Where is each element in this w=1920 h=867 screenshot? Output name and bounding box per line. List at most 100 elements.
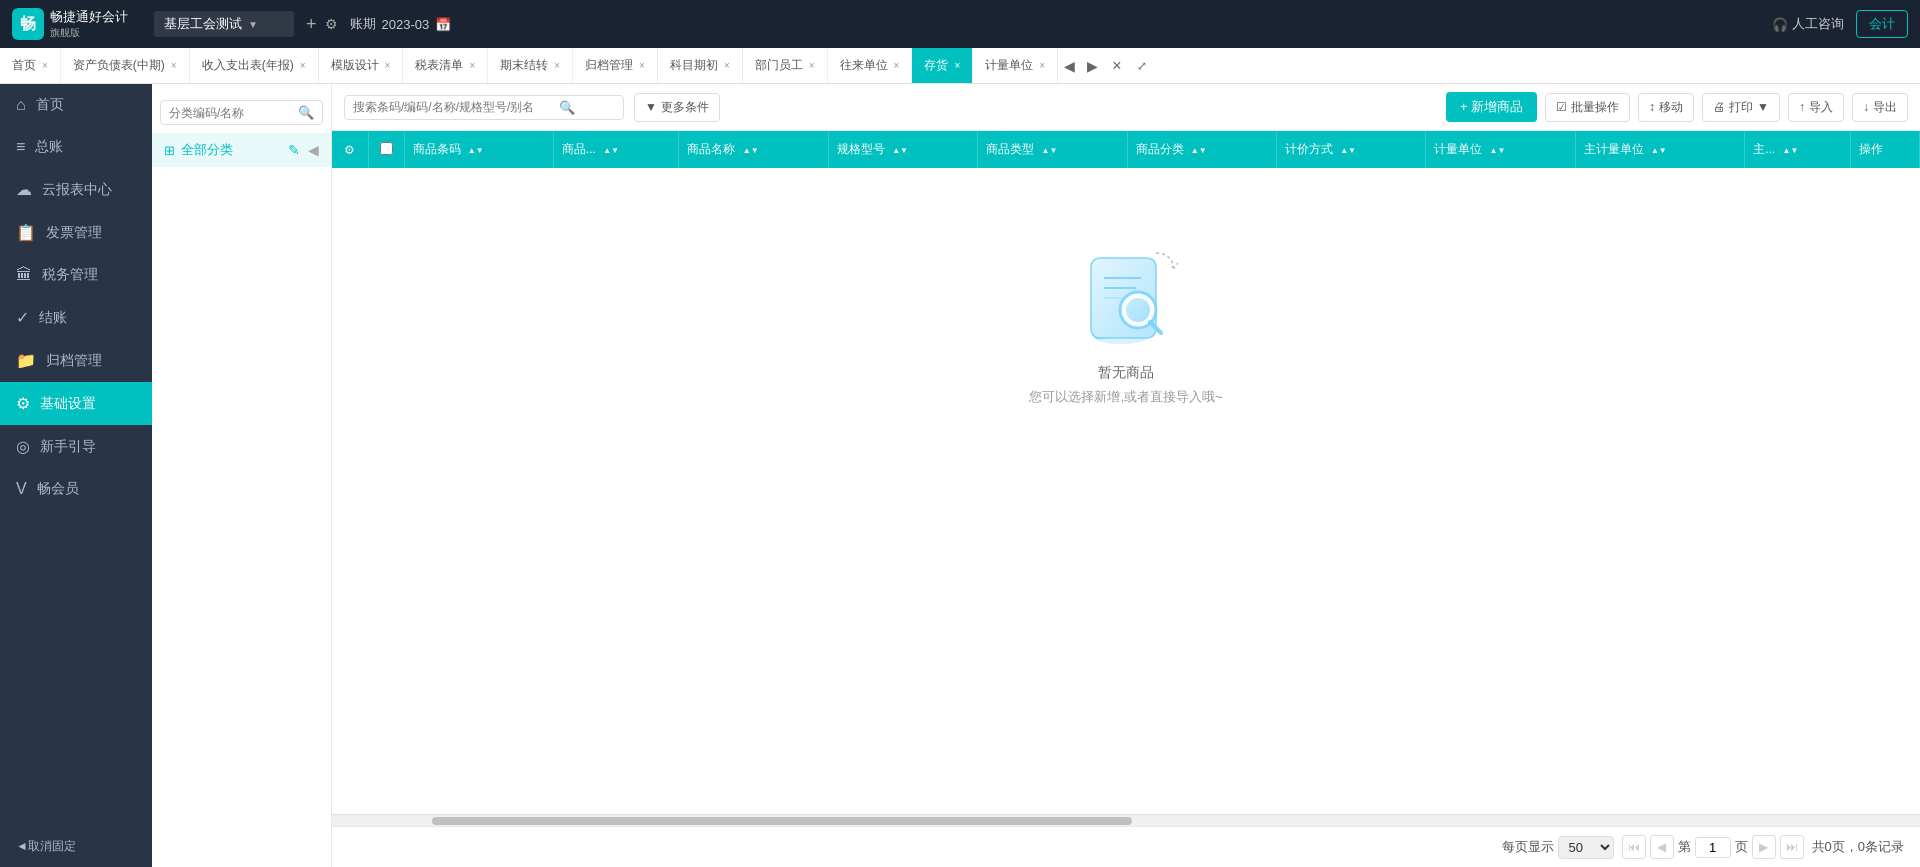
import-button[interactable]: ↑ 导入 [1788, 93, 1844, 122]
tab-prev-button[interactable]: ◀ [1058, 48, 1081, 84]
col-barcode[interactable]: 商品条码 ▲▼ [404, 131, 553, 168]
close-icon[interactable]: × [300, 60, 306, 71]
tab-unit[interactable]: 计量单位 × [973, 48, 1058, 84]
close-icon[interactable]: × [42, 60, 48, 71]
horizontal-scrollbar[interactable] [332, 814, 1920, 826]
col-extra[interactable]: 主... ▲▼ [1745, 131, 1850, 168]
tax-icon: 🏛 [16, 266, 32, 284]
category-all[interactable]: ⊞ 全部分类 ✎ ◀ [152, 133, 331, 167]
scrollbar-thumb[interactable] [432, 817, 1132, 825]
close-icon[interactable]: × [469, 60, 475, 71]
col-name[interactable]: 商品名称 ▲▼ [679, 131, 828, 168]
tab-home[interactable]: 首页 × [0, 48, 61, 84]
batch-operation-button[interactable]: ☑ 批量操作 [1545, 93, 1630, 122]
sidebar-item-settings[interactable]: ⚙ 基础设置 [0, 382, 152, 425]
empty-state: 暂无商品 您可以选择新增,或者直接导入哦~ [332, 168, 1920, 486]
company-selector[interactable]: 基层工会测试 ▼ [154, 11, 294, 37]
tab-inventory[interactable]: 存货 × [912, 48, 973, 84]
tab-archive[interactable]: 归档管理 × [573, 48, 658, 84]
cloud-icon: ☁ [16, 180, 32, 199]
sort-icon[interactable]: ▲▼ [1490, 147, 1506, 155]
category-search-input[interactable] [169, 106, 292, 120]
first-page-button[interactable]: ⏮ [1622, 835, 1646, 859]
tab-staff[interactable]: 部门员工 × [743, 48, 828, 84]
add-tab-button[interactable]: + [306, 14, 317, 35]
close-icon[interactable]: × [554, 60, 560, 71]
export-icon: ↓ [1863, 100, 1869, 114]
more-filter-button[interactable]: ▼ 更多条件 [634, 93, 720, 122]
new-product-button[interactable]: + 新增商品 [1446, 92, 1537, 122]
move-button[interactable]: ↕ 移动 [1638, 93, 1694, 122]
sidebar-item-close[interactable]: ✓ 结账 [0, 296, 152, 339]
col-pricing[interactable]: 计价方式 ▲▼ [1276, 131, 1425, 168]
tab-tax[interactable]: 税表清单 × [403, 48, 488, 84]
sidebar-item-invoice[interactable]: 📋 发票管理 [0, 211, 152, 254]
close-icon[interactable]: × [894, 60, 900, 71]
sort-icon[interactable]: ▲▼ [1042, 147, 1058, 155]
sort-icon[interactable]: ▲▼ [1651, 147, 1667, 155]
export-button[interactable]: ↓ 导出 [1852, 93, 1908, 122]
sort-icon[interactable]: ▲▼ [1191, 147, 1207, 155]
close-icon[interactable]: × [171, 60, 177, 71]
close-icon[interactable]: × [385, 60, 391, 71]
tab-partner[interactable]: 往来单位 × [828, 48, 913, 84]
search-icon[interactable]: 🔍 [559, 100, 575, 115]
sidebar-item-reports[interactable]: ☁ 云报表中心 [0, 168, 152, 211]
tab-template[interactable]: 模版设计 × [319, 48, 404, 84]
col-type[interactable]: 商品类型 ▲▼ [978, 131, 1127, 168]
sidebar-item-home[interactable]: ⌂ 首页 [0, 84, 152, 126]
close-icon[interactable]: × [954, 60, 960, 71]
tab-income[interactable]: 收入支出表(年报) × [190, 48, 319, 84]
product-search-input[interactable] [353, 100, 553, 114]
col-code[interactable]: 商品... ▲▼ [553, 131, 679, 168]
account-button[interactable]: 会计 [1856, 10, 1908, 38]
close-icon[interactable]: × [724, 60, 730, 71]
toolbar: 🔍 ▼ 更多条件 + 新增商品 ☑ 批量操作 [332, 84, 1920, 131]
consultant-button[interactable]: 🎧 人工咨询 [1772, 15, 1844, 33]
calendar-icon[interactable]: 📅 [435, 17, 451, 32]
headset-icon: 🎧 [1772, 17, 1788, 32]
last-page-button[interactable]: ⏭ [1780, 835, 1804, 859]
col-spec[interactable]: 规格型号 ▲▼ [828, 131, 977, 168]
select-all-checkbox[interactable] [380, 142, 393, 155]
col-settings[interactable]: ⚙ [332, 131, 368, 168]
right-panel: 🔍 ▼ 更多条件 + 新增商品 ☑ 批量操作 [332, 84, 1920, 867]
sidebar-item-tax[interactable]: 🏛 税务管理 [0, 254, 152, 296]
sidebar-item-ledger[interactable]: ≡ 总账 [0, 126, 152, 168]
col-checkbox[interactable] [368, 131, 404, 168]
tab-balance[interactable]: 资产负债表(中期) × [61, 48, 190, 84]
pagination: 每页显示 10 20 50 100 ⏮ ◀ 第 页 [332, 826, 1920, 867]
sort-icon[interactable]: ▲▼ [743, 147, 759, 155]
sort-icon[interactable]: ▲▼ [1340, 147, 1356, 155]
search-icon[interactable]: 🔍 [298, 105, 314, 120]
close-icon[interactable]: × [1039, 60, 1045, 71]
tab-subject[interactable]: 科目期初 × [658, 48, 743, 84]
sort-icon[interactable]: ▲▼ [1783, 147, 1799, 155]
next-page-button[interactable]: ▶ [1752, 835, 1776, 859]
sort-icon[interactable]: ▲▼ [603, 147, 619, 155]
col-unit[interactable]: 计量单位 ▲▼ [1426, 131, 1575, 168]
unpin-sidebar-button[interactable]: ◄取消固定 [0, 826, 152, 867]
prev-page-button[interactable]: ◀ [1650, 835, 1674, 859]
print-button[interactable]: 🖨 打印 ▼ [1702, 93, 1780, 122]
sort-icon[interactable]: ▲▼ [892, 147, 908, 155]
close-icon[interactable]: × [639, 60, 645, 71]
sidebar-item-member[interactable]: V 畅会员 [0, 468, 152, 510]
tab-period-close[interactable]: 期末结转 × [488, 48, 573, 84]
expand-button[interactable]: ⤢ [1129, 48, 1155, 84]
page-size-select[interactable]: 10 20 50 100 [1558, 836, 1614, 859]
col-category[interactable]: 商品分类 ▲▼ [1127, 131, 1276, 168]
edit-category-button[interactable]: ✎ [288, 142, 300, 158]
page-number-input[interactable] [1695, 837, 1731, 858]
sort-icon[interactable]: ▲▼ [468, 147, 484, 155]
col-main-unit[interactable]: 主计量单位 ▲▼ [1575, 131, 1745, 168]
sidebar-item-guide[interactable]: ◎ 新手引导 [0, 425, 152, 468]
sidebar-item-archive[interactable]: 📁 归档管理 [0, 339, 152, 382]
page-navigation: ⏮ ◀ 第 页 ▶ ⏭ [1622, 835, 1804, 859]
period-info: 账期 2023-03 📅 [350, 15, 452, 33]
collapse-panel-button[interactable]: ◀ [308, 142, 319, 158]
tab-next-button[interactable]: ▶ [1081, 48, 1104, 84]
settings-icon[interactable]: ⚙ [325, 16, 338, 32]
close-icon[interactable]: × [809, 60, 815, 71]
close-all-tabs-button[interactable]: × [1104, 48, 1129, 84]
